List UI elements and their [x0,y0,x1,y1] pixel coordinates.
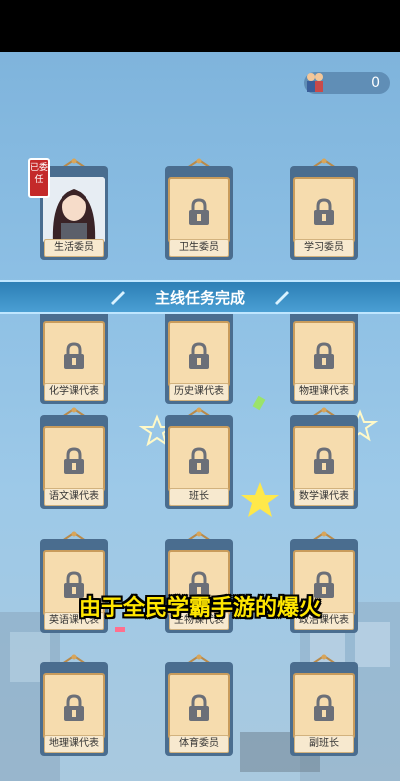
students-icon [307,73,323,92]
role-label: 副班长 [294,735,354,753]
role-card[interactable]: 卫生委员 [165,158,233,260]
lock-icon [64,342,84,369]
quest-complete-banner: 主线任务完成 [0,280,400,314]
role-label: 化学课代表 [44,383,104,401]
role-card[interactable]: 已委任生活委员 [28,158,108,260]
role-label: 物理课代表 [294,383,354,401]
pencil-icon [275,291,289,305]
role-label: 体育委员 [169,735,229,753]
lock-icon [189,198,209,225]
lock-icon [189,342,209,369]
role-card[interactable]: 物理课代表 [290,302,358,404]
role-card[interactable]: 化学课代表 [40,302,108,404]
lock-icon [314,342,334,369]
role-card[interactable]: 体育委员 [165,654,233,756]
role-card[interactable]: 学习委员 [290,158,358,260]
lock-icon [64,694,84,721]
lock-icon [189,694,209,721]
role-label: 班长 [169,488,229,506]
lock-icon [314,694,334,721]
role-label: 语文课代表 [44,488,104,506]
lock-icon [189,447,209,474]
role-card[interactable]: 语文课代表 [40,407,108,509]
role-label: 卫生委员 [169,239,229,257]
role-label: 地理课代表 [44,735,104,753]
lock-icon [314,198,334,225]
banner-text: 主线任务完成 [154,289,245,307]
role-label: 生活委员 [44,239,104,257]
role-label: 历史课代表 [169,383,229,401]
role-card[interactable]: 副班长 [290,654,358,756]
role-label: 数学课代表 [294,488,354,506]
role-card[interactable]: 历史课代表 [165,302,233,404]
character-portrait [43,177,105,243]
lock-icon [64,447,84,474]
lock-icon [314,447,334,474]
student-counter: 0 [304,72,390,94]
assigned-stamp: 已委任 [28,158,50,198]
role-card[interactable]: 数学课代表 [290,407,358,509]
counter-value: 0 [371,75,380,91]
video-subtitle: 由于全民学霸手游的爆火 [78,596,321,621]
role-label: 学习委员 [294,239,354,257]
role-card[interactable]: 地理课代表 [40,654,108,756]
role-card[interactable]: 班长 [165,407,233,509]
